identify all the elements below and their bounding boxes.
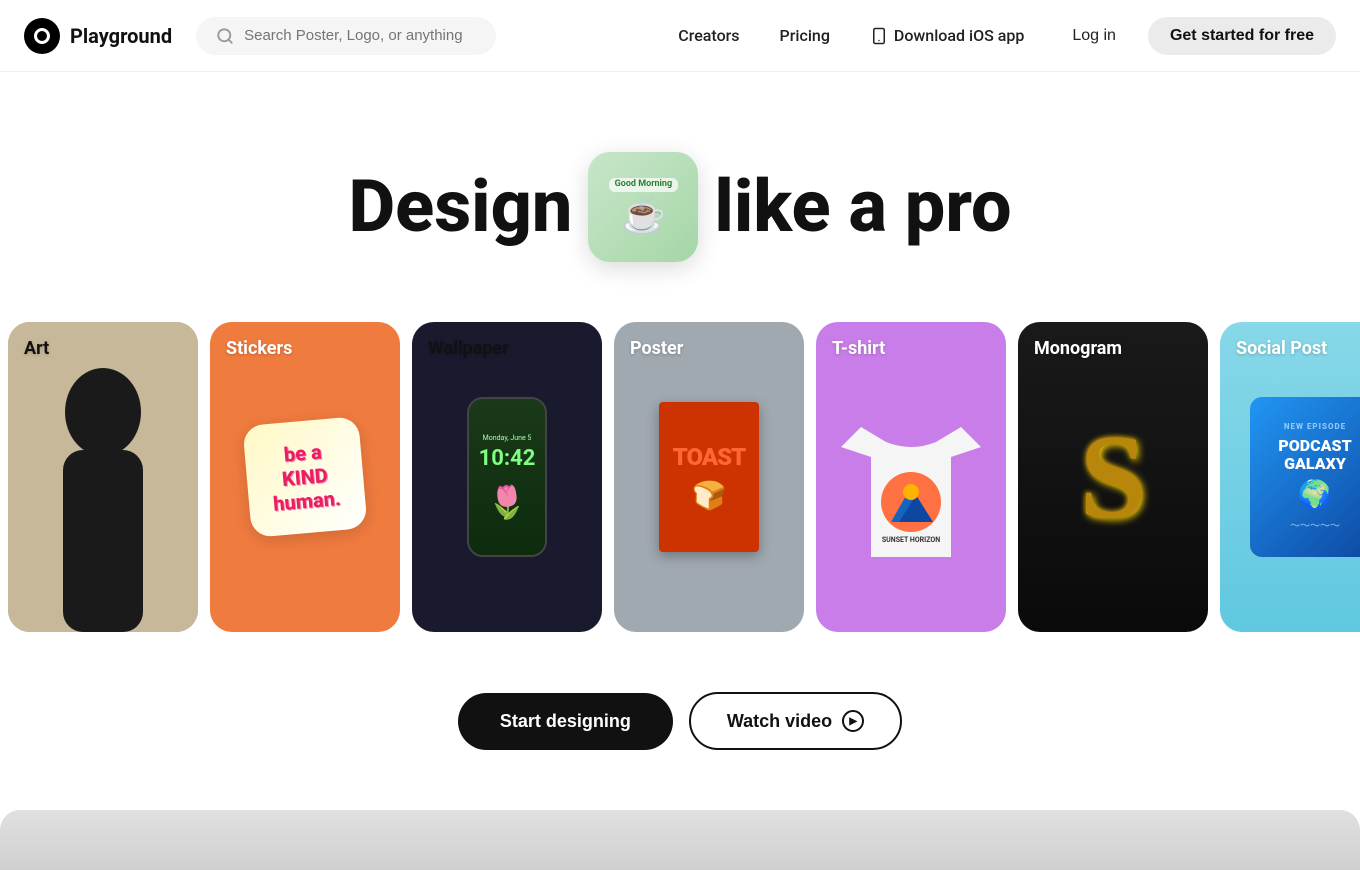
cat-wallpaper-bg: Monday, June 5 10:42 🌷 [412,322,602,632]
category-card-art[interactable]: Art [8,322,198,632]
poster-content: TOAST 🍞 [614,322,804,632]
category-label-social: Social Post [1236,338,1327,359]
podcast-card: NEW EPISODE PODCAST GALAXY 🌍 〜〜〜〜〜 [1250,397,1360,557]
get-started-button[interactable]: Get started for free [1148,17,1336,55]
cat-tshirt-bg: SUNSET HORIZON [816,322,1006,632]
art-person [8,322,198,632]
monogram-content: S [1018,322,1208,632]
cat-art-bg [8,322,198,632]
search-bar[interactable] [196,17,496,55]
category-label-stickers: Stickers [226,338,292,359]
phone-screen: Monday, June 5 10:42 🌷 [469,399,545,555]
sticker-content: be aKINDhuman. [210,322,400,632]
poster-emoji: 🍞 [692,479,727,512]
logo-icon-inner [34,28,50,44]
poster-inner: TOAST 🍞 [659,402,759,552]
logo[interactable]: Playground [24,18,172,54]
poster-text: TOAST [673,443,746,471]
watch-video-label: Watch video [727,711,832,732]
hero-section: Design Good Morning ☕ like a pro [0,72,1360,312]
category-card-social[interactable]: Social Post NEW EPISODE PODCAST GALAXY 🌍… [1220,322,1360,632]
search-icon [216,27,234,45]
nav-pricing[interactable]: Pricing [780,26,830,45]
tshirt-svg: SUNSET HORIZON [841,387,981,567]
cat-stickers-bg: be aKINDhuman. [210,322,400,632]
hero-card-text: Good Morning [609,178,678,192]
podcast-wave: 〜〜〜〜〜 [1290,517,1340,532]
category-card-poster[interactable]: Poster TOAST 🍞 [614,322,804,632]
logo-text: Playground [70,24,172,48]
cat-poster-bg: TOAST 🍞 [614,322,804,632]
podcast-tag: NEW EPISODE [1284,422,1346,431]
hero-card-emoji: ☕ [621,196,666,236]
hero-title: Design Good Morning ☕ like a pro [348,152,1011,262]
start-designing-button[interactable]: Start designing [458,693,673,750]
category-card-tshirt[interactable]: T-shirt SUNSET HORIZ [816,322,1006,632]
nav-ios-label: Download iOS app [894,26,1024,45]
nav-actions: Log in Get started for free [1056,17,1336,55]
nav-ios[interactable]: Download iOS app [870,26,1024,45]
logo-icon [24,18,60,54]
art-svg [8,322,198,632]
nav-creators[interactable]: Creators [678,26,739,45]
cta-row: Start designing Watch video ▶ [0,692,1360,810]
social-content: NEW EPISODE PODCAST GALAXY 🌍 〜〜〜〜〜 [1220,322,1360,632]
category-label-monogram: Monogram [1034,338,1122,359]
category-card-stickers[interactable]: Stickers be aKINDhuman. [210,322,400,632]
search-input[interactable] [244,27,476,44]
category-label-tshirt: T-shirt [832,338,885,359]
hero-word2: like a pro [714,167,1011,246]
hero-word1: Design [348,167,572,246]
login-button[interactable]: Log in [1056,19,1132,53]
watch-video-button[interactable]: Watch video ▶ [689,692,902,750]
podcast-globe: 🌍 [1298,478,1333,511]
categories-section: Art Stickers [0,312,1360,662]
cat-monogram-bg: S [1018,322,1208,632]
navbar: Playground Creators Pricing Download iOS… [0,0,1360,72]
category-label-wallpaper: Wallpaper [428,338,509,359]
svg-text:SUNSET HORIZON: SUNSET HORIZON [882,536,940,544]
sticker-bubble: be aKINDhuman. [243,416,368,538]
cat-social-bg: NEW EPISODE PODCAST GALAXY 🌍 〜〜〜〜〜 [1220,322,1360,632]
categories-track: Art Stickers [0,312,1360,642]
sticker-text: be aKINDhuman. [268,438,342,516]
monogram-letter: S [1080,417,1147,537]
nav-links: Creators Pricing Download iOS app [678,26,1024,45]
podcast-title: PODCAST GALAXY [1262,437,1360,472]
phone-icon [870,27,888,45]
tulip-emoji: 🌷 [487,483,527,521]
phone-mockup: Monday, June 5 10:42 🌷 [467,397,547,557]
hero-card-inner: Good Morning ☕ [588,152,698,262]
phone-time: 10:42 [479,446,536,471]
category-label-poster: Poster [630,338,683,359]
phone-date: Monday, June 5 [483,434,532,442]
category-label-art: Art [24,338,49,359]
footer-bar [0,810,1360,870]
tshirt-content: SUNSET HORIZON [816,322,1006,632]
category-card-monogram[interactable]: Monogram S [1018,322,1208,632]
category-card-wallpaper[interactable]: Wallpaper Monday, June 5 10:42 🌷 [412,322,602,632]
hero-card: Good Morning ☕ [588,152,698,262]
wallpaper-content: Monday, June 5 10:42 🌷 [412,322,602,632]
play-icon: ▶ [842,710,864,732]
